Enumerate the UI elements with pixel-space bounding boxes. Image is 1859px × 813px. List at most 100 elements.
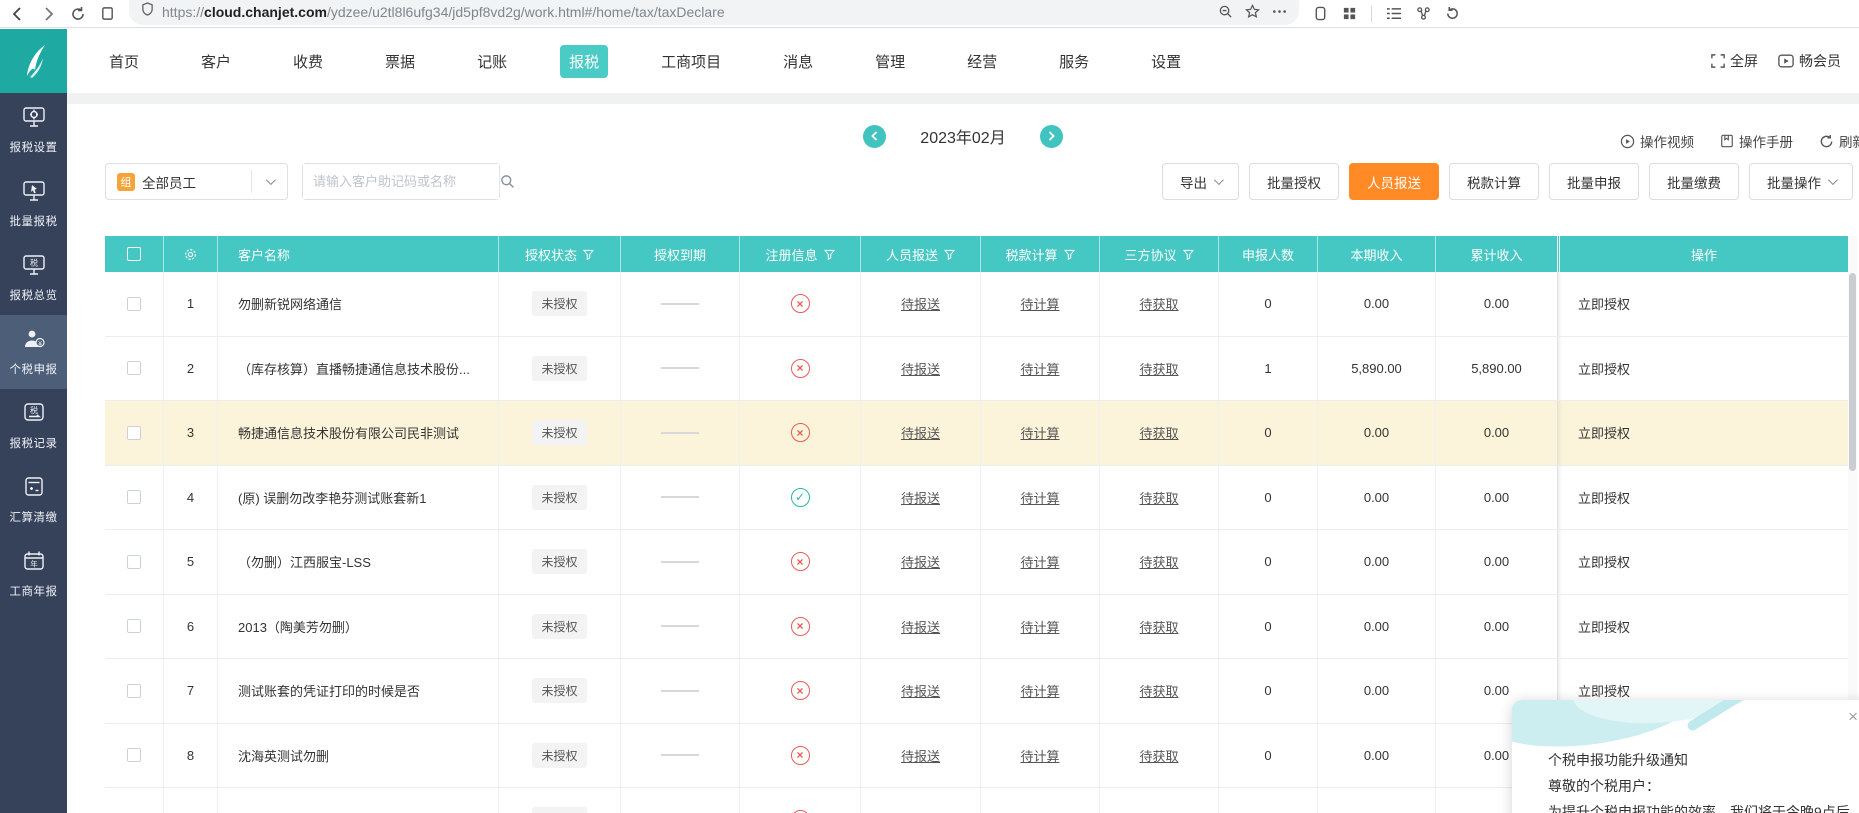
export-button[interactable]: 导出 (1162, 163, 1239, 200)
nav-item-设置[interactable]: 设置 (1142, 45, 1190, 78)
extension-grid-icon[interactable] (1342, 6, 1357, 21)
next-month-button[interactable] (1039, 124, 1063, 148)
row-checkbox[interactable] (127, 619, 141, 634)
batch-pay-button[interactable]: 批量缴费 (1649, 163, 1739, 200)
person-submit-link[interactable]: 待报送 (901, 746, 940, 765)
registration-error-icon[interactable]: × (790, 423, 810, 443)
tax-calc-link[interactable]: 待计算 (1020, 488, 1059, 507)
authorize-now-link[interactable]: 立即授权 (1578, 681, 1630, 700)
nav-item-报税[interactable]: 报税 (560, 44, 609, 78)
registration-ok-icon[interactable]: ✓ (790, 487, 810, 507)
sidebar-item-工商年报[interactable]: 年工商年报 (0, 537, 67, 611)
batch-operate-button[interactable]: 批量操作 (1749, 163, 1853, 200)
tax-calc-link[interactable]: 待计算 (1020, 423, 1059, 442)
nav-item-消息[interactable]: 消息 (774, 45, 822, 78)
extension-list-icon[interactable] (1386, 7, 1402, 21)
batch-declare-button[interactable]: 批量申报 (1549, 163, 1639, 200)
column-settings-gear-icon[interactable] (183, 247, 198, 262)
row-checkbox[interactable] (127, 490, 141, 505)
url-bar[interactable]: https://cloud.chanjet.com/ydzee/u2tl8l6u… (129, 0, 1299, 25)
tripartite-link[interactable]: 待获取 (1139, 552, 1178, 571)
extension-undo-icon[interactable] (1445, 6, 1460, 21)
tripartite-link[interactable]: 待获取 (1139, 423, 1178, 442)
site-security-icon[interactable] (141, 2, 154, 21)
bookmark-star-icon[interactable] (1245, 4, 1260, 19)
batch-authorize-button[interactable]: 批量授权 (1249, 163, 1339, 200)
tax-calc-link[interactable]: 待计算 (1020, 617, 1059, 636)
person-submit-link[interactable]: 待报送 (901, 423, 940, 442)
select-all-checkbox[interactable] (127, 247, 141, 261)
chanjet-logo[interactable] (0, 29, 67, 93)
filter-funnel-icon[interactable] (944, 249, 955, 260)
person-submit-link[interactable]: 待报送 (901, 294, 940, 313)
tripartite-link[interactable]: 待获取 (1139, 746, 1178, 765)
prev-month-button[interactable] (863, 124, 887, 148)
tax-calc-link[interactable]: 待计算 (1020, 552, 1059, 571)
back-icon[interactable] (10, 6, 26, 22)
filter-funnel-icon[interactable] (1063, 249, 1075, 260)
sidebar-item-批量报税[interactable]: 批量报税 (0, 167, 67, 241)
row-checkbox[interactable] (127, 683, 141, 698)
sidebar-item-个税申报[interactable]: ¥ 个税申报 (0, 315, 67, 389)
tax-calc-link[interactable]: 待计算 (1020, 359, 1059, 378)
row-checkbox[interactable] (127, 554, 141, 569)
nav-item-首页[interactable]: 首页 (100, 45, 148, 78)
sidebar-item-报税总览[interactable]: 税报税总览 (0, 241, 67, 315)
person-submit-link[interactable]: 待报送 (901, 552, 940, 571)
tripartite-link[interactable]: 待获取 (1139, 488, 1178, 507)
sidebar-item-报税设置[interactable]: 报税设置 (0, 93, 67, 167)
reload-icon[interactable] (70, 6, 86, 22)
authorize-now-link[interactable]: 立即授权 (1578, 552, 1630, 571)
fullscreen-button[interactable]: 全屏 (1711, 51, 1758, 71)
sidebar-item-汇算清缴[interactable]: 汇算清缴 (0, 463, 67, 537)
more-options-icon[interactable] (1272, 9, 1287, 14)
nav-item-工商项目[interactable]: 工商项目 (652, 45, 730, 78)
tax-calculate-button[interactable]: 税款计算 (1449, 163, 1539, 200)
operation-manual-link[interactable]: 操作手册 (1720, 131, 1793, 151)
row-checkbox[interactable] (127, 425, 141, 440)
person-submit-link[interactable]: 待报送 (901, 359, 940, 378)
tripartite-link[interactable]: 待获取 (1139, 617, 1178, 636)
authorize-now-link[interactable]: 立即授权 (1578, 423, 1630, 442)
close-icon[interactable]: × (1848, 708, 1858, 725)
url-text[interactable]: https://cloud.chanjet.com/ydzee/u2tl8l6u… (162, 4, 1210, 20)
nav-item-经营[interactable]: 经营 (958, 45, 1006, 78)
person-submit-link[interactable]: 待报送 (901, 617, 940, 636)
save-page-icon[interactable] (100, 6, 115, 21)
search-button[interactable] (499, 170, 515, 193)
registration-error-icon[interactable]: × (790, 616, 810, 636)
tax-calc-link[interactable]: 待计算 (1020, 294, 1059, 313)
column-header-auth_status[interactable]: 授权状态 (498, 236, 620, 272)
person-submit-button[interactable]: 人员报送 (1349, 163, 1439, 200)
refresh-link[interactable]: 刷新 (1819, 131, 1859, 151)
column-header-tripartite[interactable]: 三方协议 (1099, 236, 1218, 272)
authorize-now-link[interactable]: 立即授权 (1578, 617, 1630, 636)
employee-dropdown[interactable]: 组 全部员工 (105, 163, 288, 200)
person-submit-link[interactable]: 待报送 (901, 488, 940, 507)
tax-calc-link[interactable]: 待计算 (1020, 681, 1059, 700)
column-header-reg_info[interactable]: 注册信息 (739, 236, 860, 272)
column-header-tax_calc[interactable]: 税款计算 (980, 236, 1099, 272)
registration-error-icon[interactable]: × (790, 358, 810, 378)
row-checkbox[interactable] (127, 296, 141, 311)
tripartite-link[interactable]: 待获取 (1139, 359, 1178, 378)
zoom-out-icon[interactable] (1218, 4, 1233, 19)
tripartite-link[interactable]: 待获取 (1139, 681, 1178, 700)
nav-item-客户[interactable]: 客户 (192, 45, 240, 78)
tripartite-link[interactable]: 待获取 (1139, 294, 1178, 313)
nav-item-记账[interactable]: 记账 (468, 45, 516, 78)
member-button[interactable]: 畅会员 (1778, 51, 1841, 71)
sidebar-item-报税记录[interactable]: 税报税记录 (0, 389, 67, 463)
forward-icon[interactable] (40, 6, 56, 22)
nav-item-收费[interactable]: 收费 (284, 45, 332, 78)
nav-item-管理[interactable]: 管理 (866, 45, 914, 78)
extension-branch-icon[interactable] (1416, 6, 1431, 21)
column-header-person_submit[interactable]: 人员报送 (860, 236, 980, 272)
person-submit-link[interactable]: 待报送 (901, 681, 940, 700)
registration-error-icon[interactable]: × (790, 745, 810, 765)
extension-reader-icon[interactable] (1313, 6, 1328, 21)
filter-funnel-icon[interactable] (583, 249, 594, 260)
tax-calc-link[interactable]: 待计算 (1020, 746, 1059, 765)
authorize-now-link[interactable]: 立即授权 (1578, 488, 1630, 507)
registration-error-icon[interactable]: × (790, 681, 810, 701)
